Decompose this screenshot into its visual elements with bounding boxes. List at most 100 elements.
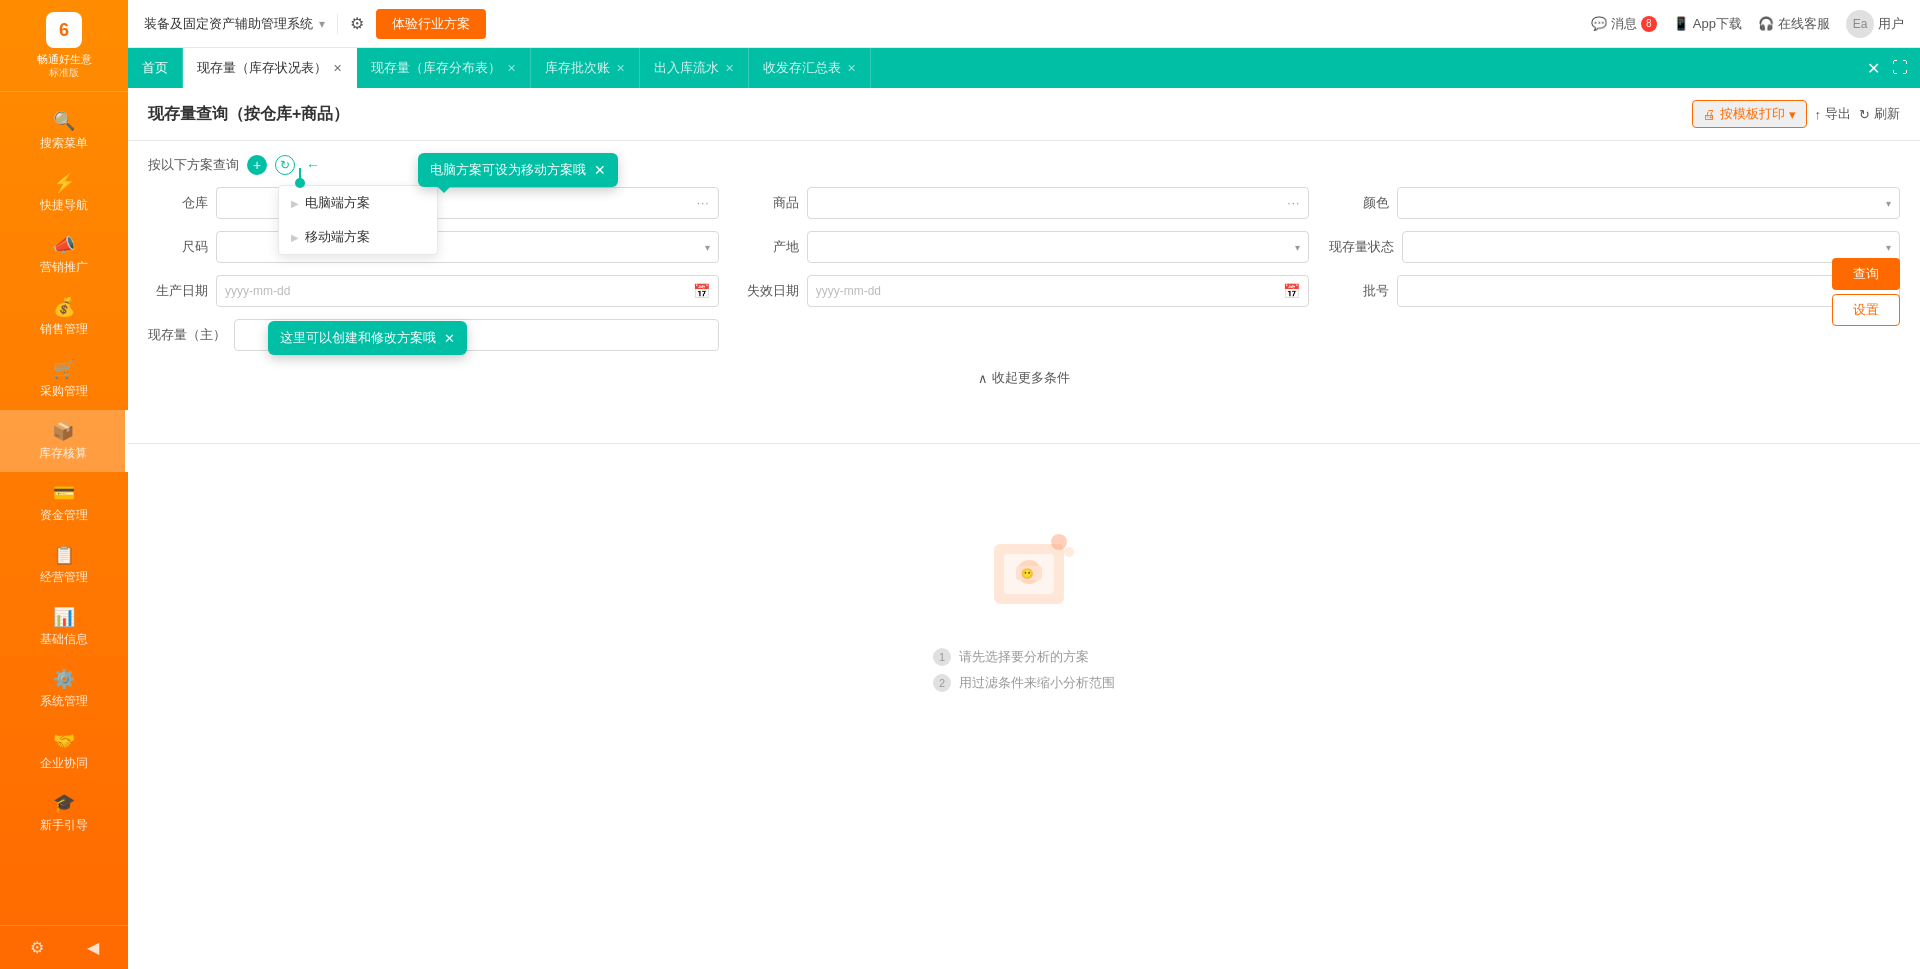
gear-icon[interactable]: ⚙ [350, 14, 364, 33]
tab-inventory-status[interactable]: 现存量（库存状况表） ✕ [183, 48, 357, 88]
export-btn[interactable]: ↑ 导出 [1815, 105, 1852, 123]
basic-info-icon: 📊 [53, 606, 75, 628]
page-header: 现存量查询（按仓库+商品） 🖨 按模板打印 ▾ ↑ 导出 ↻ 刷新 [128, 88, 1920, 141]
empty-step-2: 2 用过滤条件来缩小分析范围 [933, 670, 1115, 696]
prod-date-label: 生产日期 [148, 282, 208, 300]
stock-status-select[interactable]: ▾ [1402, 231, 1900, 263]
template-print-btn[interactable]: 🖨 按模板打印 ▾ [1692, 100, 1807, 128]
collapse-up-icon: ∧ [978, 371, 988, 386]
batch-input[interactable] [1397, 275, 1900, 307]
scheme-tooltip: 电脑方案可设为移动方案哦 ✕ [418, 153, 618, 187]
sidebar-item-operations[interactable]: 📋 经营管理 [0, 534, 128, 596]
sidebar-item-finance[interactable]: 💳 资金管理 [0, 472, 128, 534]
tab-inventory-dist[interactable]: 现存量（库存分布表） ✕ [357, 48, 531, 88]
tab-inout-flow[interactable]: 出入库流水 ✕ [640, 48, 749, 88]
headset-icon: 🎧 [1758, 16, 1774, 31]
sidebar-item-label: 系统管理 [40, 693, 88, 710]
online-support-btn[interactable]: 🎧 在线客服 [1758, 15, 1830, 33]
search-btn[interactable]: 查询 [1832, 258, 1900, 290]
sidebar-item-enterprise[interactable]: 🤝 企业协同 [0, 720, 128, 782]
origin-dropdown-arrow: ▾ [1295, 242, 1300, 253]
user-menu[interactable]: Ea 用户 [1846, 10, 1904, 38]
page-actions: 🖨 按模板打印 ▾ ↑ 导出 ↻ 刷新 [1692, 100, 1901, 128]
empty-state: 😶 1 请先选择要分析的方案 2 用过滤条件来缩小分析范围 [128, 444, 1920, 776]
collapse-more-conditions-btn[interactable]: ∧ 收起更多条件 [966, 363, 1082, 393]
expire-date-picker[interactable]: yyyy-mm-dd 📅 [807, 275, 1310, 307]
close-tab-inout-flow[interactable]: ✕ [725, 62, 734, 75]
close-tab-batch-account[interactable]: ✕ [616, 62, 625, 75]
sidebar-item-search-menu[interactable]: 🔍 搜索菜单 [0, 100, 128, 162]
svg-point-5 [1051, 534, 1067, 550]
filter-field-stock-status: 现存量状态 ▾ [1329, 231, 1900, 263]
sidebar-item-purchase[interactable]: 🛒 采购管理 [0, 348, 128, 410]
refresh-btn[interactable]: ↻ 刷新 [1859, 105, 1900, 123]
collapse-sidebar-btn[interactable]: ◀ [87, 938, 99, 957]
scheme-tooltip-close-btn[interactable]: ✕ [594, 162, 606, 178]
sidebar-item-label: 采购管理 [40, 383, 88, 400]
back-scheme-btn[interactable]: ← [303, 155, 323, 175]
industry-btn[interactable]: 体验行业方案 [376, 9, 486, 39]
sidebar: 6 畅通好生意 标准版 🔍 搜索菜单 ⚡ 快捷导航 📣 营销推广 💰 销售管理 … [0, 0, 128, 969]
message-icon: 💬 [1591, 16, 1607, 31]
sidebar-item-marketing[interactable]: 📣 营销推广 [0, 224, 128, 286]
sidebar-item-label: 基础信息 [40, 631, 88, 648]
sidebar-item-label: 企业协同 [40, 755, 88, 772]
sidebar-item-label: 搜索菜单 [40, 135, 88, 152]
guide-icon: 🎓 [53, 792, 75, 814]
marketing-icon: 📣 [53, 234, 75, 256]
topbar: 装备及固定资产辅助管理系统 ▾ ⚙ 体验行业方案 💬 消息 8 📱 App下载 … [128, 0, 1920, 48]
color-select[interactable]: ▾ [1397, 187, 1900, 219]
print-icon: 🖨 [1703, 107, 1716, 122]
add-scheme-btn[interactable]: + [247, 155, 267, 175]
refresh-scheme-btn[interactable]: ↻ [275, 155, 295, 175]
sidebar-item-guide[interactable]: 🎓 新手引导 [0, 782, 128, 844]
settings-bottom-btn[interactable]: ⚙ [30, 938, 44, 957]
page-title: 现存量查询（按仓库+商品） [148, 104, 349, 125]
refresh-icon: ↻ [1859, 107, 1870, 122]
close-tab-inventory-dist[interactable]: ✕ [507, 62, 516, 75]
message-btn[interactable]: 💬 消息 8 [1591, 15, 1657, 33]
sidebar-nav: 🔍 搜索菜单 ⚡ 快捷导航 📣 营销推广 💰 销售管理 🛒 采购管理 📦 库存核… [0, 92, 128, 925]
sidebar-item-label: 销售管理 [40, 321, 88, 338]
stock-status-label: 现存量状态 [1329, 238, 1394, 256]
sidebar-item-quick-nav[interactable]: ⚡ 快捷导航 [0, 162, 128, 224]
scheme-edit-tooltip-close-btn[interactable]: ✕ [444, 331, 455, 346]
prod-date-calendar-icon: 📅 [693, 283, 710, 299]
stock-main-label: 现存量（主） [148, 326, 226, 344]
set-btn[interactable]: 设置 [1832, 294, 1900, 326]
main-area: 装备及固定资产辅助管理系统 ▾ ⚙ 体验行业方案 💬 消息 8 📱 App下载 … [128, 0, 1920, 969]
sidebar-item-sales[interactable]: 💰 销售管理 [0, 286, 128, 348]
sidebar-item-system[interactable]: ⚙️ 系统管理 [0, 658, 128, 720]
app-download-btn[interactable]: 📱 App下载 [1673, 15, 1742, 33]
user-avatar: Ea [1846, 10, 1874, 38]
message-badge: 8 [1641, 16, 1657, 32]
tab-summary[interactable]: 收发存汇总表 ✕ [749, 48, 871, 88]
filter-field-goods: 商品 ··· [739, 187, 1310, 219]
tab-batch-account[interactable]: 库存批次账 ✕ [531, 48, 640, 88]
close-tab-summary[interactable]: ✕ [847, 62, 856, 75]
tab-home[interactable]: 首页 [128, 48, 183, 88]
sidebar-item-inventory[interactable]: 📦 库存核算 [0, 410, 128, 472]
svg-point-6 [1064, 547, 1074, 557]
origin-select[interactable]: ▾ [807, 231, 1310, 263]
prod-date-picker[interactable]: yyyy-mm-dd 📅 [216, 275, 719, 307]
expand-tabs-btn[interactable]: ⛶ [1888, 55, 1912, 81]
collapse-btn-row: ∧ 收起更多条件 [148, 363, 1900, 393]
expire-date-label: 失效日期 [739, 282, 799, 300]
batch-label: 批号 [1329, 282, 1389, 300]
system-name[interactable]: 装备及固定资产辅助管理系统 ▾ [144, 15, 325, 33]
goods-select[interactable]: ··· [807, 187, 1310, 219]
close-all-tabs-btn[interactable]: ✕ [1863, 55, 1884, 82]
filter-label-row: 按以下方案查询 + ↻ ← [148, 155, 1900, 175]
sidebar-item-label: 快捷导航 [40, 197, 88, 214]
close-tab-inventory-status[interactable]: ✕ [333, 62, 342, 75]
filter-field-color: 颜色 ▾ [1329, 187, 1900, 219]
step-num-1: 1 [933, 648, 951, 666]
scheme-edit-tooltip: 这里可以创建和修改方案哦 ✕ [268, 321, 467, 355]
expire-date-calendar-icon: 📅 [1283, 283, 1300, 299]
scheme-desktop[interactable]: ▶ 电脑端方案 [279, 186, 437, 220]
scheme-mobile[interactable]: ▶ 移动端方案 [279, 220, 437, 254]
filter-field-origin: 产地 ▾ [739, 231, 1310, 263]
filter-label: 按以下方案查询 [148, 156, 239, 174]
sidebar-item-basic-info[interactable]: 📊 基础信息 [0, 596, 128, 658]
